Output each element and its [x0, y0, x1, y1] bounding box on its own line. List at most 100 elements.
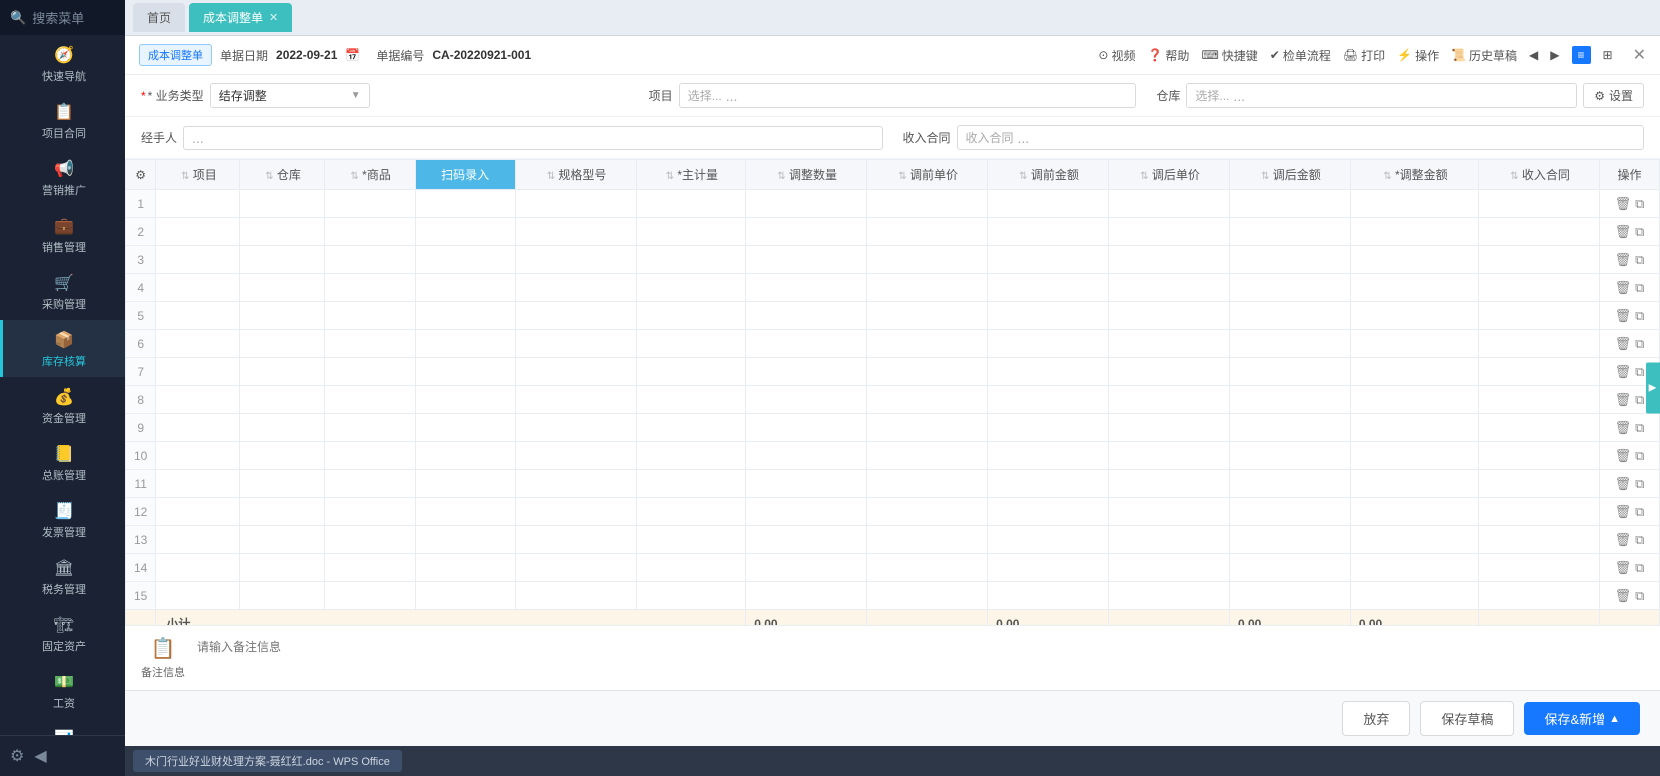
row-13-pre-amount[interactable]	[988, 526, 1109, 554]
row-7-delete-icon[interactable]: 🗑	[1615, 364, 1632, 380]
settings-icon[interactable]: ⚙	[10, 746, 24, 766]
row-11-unit[interactable]	[636, 470, 746, 498]
row-15-scan[interactable]	[415, 582, 515, 610]
row-11-scan[interactable]	[415, 470, 515, 498]
row-2-warehouse[interactable]	[240, 218, 324, 246]
dots-project[interactable]: ...	[726, 88, 738, 104]
row-15-spec[interactable]	[515, 582, 636, 610]
row-3-adj-amount[interactable]	[1350, 246, 1478, 274]
col-gear[interactable]: ⚙	[126, 160, 156, 190]
settings-button[interactable]: ⚙ 设置	[1583, 83, 1644, 108]
shortcut-btn[interactable]: ⌨ 快捷键	[1201, 47, 1257, 64]
calendar-icon[interactable]: 📅	[345, 48, 360, 62]
row-1-warehouse[interactable]	[240, 190, 324, 218]
row-10-income-contract[interactable]	[1478, 442, 1599, 470]
row-8-product[interactable]	[324, 386, 415, 414]
row-9-delete-icon[interactable]: 🗑	[1615, 420, 1632, 436]
row-9-product[interactable]	[324, 414, 415, 442]
sidebar-item-sales-mgmt[interactable]: 💼销售管理	[0, 206, 125, 263]
row-8-copy-icon[interactable]: ⧉	[1635, 392, 1644, 408]
row-1-adj-amount[interactable]	[1350, 190, 1478, 218]
row-10-post-amount[interactable]	[1229, 442, 1350, 470]
row-6-delete-icon[interactable]: 🗑	[1615, 336, 1632, 352]
row-4-unit[interactable]	[636, 274, 746, 302]
row-4-delete-icon[interactable]: 🗑	[1615, 280, 1632, 296]
sidebar-item-invoice-mgmt[interactable]: 🧾发票管理	[0, 491, 125, 548]
row-2-post-amount[interactable]	[1229, 218, 1350, 246]
row-11-spec[interactable]	[515, 470, 636, 498]
row-9-scan[interactable]	[415, 414, 515, 442]
row-6-adj-amount[interactable]	[1350, 330, 1478, 358]
row-14-product[interactable]	[324, 554, 415, 582]
row-7-adj-amount[interactable]	[1350, 358, 1478, 386]
row-4-adj-amount[interactable]	[1350, 274, 1478, 302]
notes-input[interactable]	[197, 636, 1644, 658]
row-9-pre-amount[interactable]	[988, 414, 1109, 442]
row-14-post-unit-price[interactable]	[1109, 554, 1230, 582]
row-10-post-unit-price[interactable]	[1109, 442, 1230, 470]
dots-income[interactable]: ...	[1018, 130, 1030, 146]
collapse-icon[interactable]: ◀	[34, 746, 46, 766]
row-6-unit[interactable]	[636, 330, 746, 358]
check-btn[interactable]: ✔ 检单流程	[1270, 47, 1331, 64]
sidebar-item-payroll[interactable]: 💵工资	[0, 662, 125, 719]
row-5-copy-icon[interactable]: ⧉	[1635, 308, 1644, 324]
save-draft-button[interactable]: 保存草稿	[1420, 701, 1514, 736]
row-14-adj-amount[interactable]	[1350, 554, 1478, 582]
row-3-income-contract[interactable]	[1478, 246, 1599, 274]
business-type-select[interactable]: 结存调整 ▼	[210, 83, 370, 108]
row-5-product[interactable]	[324, 302, 415, 330]
warehouse-select[interactable]: 选择... ...	[1186, 83, 1577, 108]
row-13-project[interactable]	[156, 526, 240, 554]
row-2-adj-qty[interactable]	[746, 218, 867, 246]
history-btn[interactable]: 📜 历史草稿	[1451, 47, 1517, 64]
row-3-pre-amount[interactable]	[988, 246, 1109, 274]
row-7-product[interactable]	[324, 358, 415, 386]
row-13-spec[interactable]	[515, 526, 636, 554]
row-4-post-amount[interactable]	[1229, 274, 1350, 302]
row-9-adj-amount[interactable]	[1350, 414, 1478, 442]
row-8-post-unit-price[interactable]	[1109, 386, 1230, 414]
row-5-scan[interactable]	[415, 302, 515, 330]
row-8-income-contract[interactable]	[1478, 386, 1599, 414]
row-8-unit[interactable]	[636, 386, 746, 414]
row-8-post-amount[interactable]	[1229, 386, 1350, 414]
row-10-warehouse[interactable]	[240, 442, 324, 470]
row-3-post-amount[interactable]	[1229, 246, 1350, 274]
row-5-unit[interactable]	[636, 302, 746, 330]
row-14-warehouse[interactable]	[240, 554, 324, 582]
row-7-unit[interactable]	[636, 358, 746, 386]
row-3-warehouse[interactable]	[240, 246, 324, 274]
sidebar-item-ops-mgmt[interactable]: 📊经营管理	[0, 719, 125, 735]
row-15-pre-amount[interactable]	[988, 582, 1109, 610]
row-12-pre-amount[interactable]	[988, 498, 1109, 526]
row-1-income-contract[interactable]	[1478, 190, 1599, 218]
row-12-copy-icon[interactable]: ⧉	[1635, 504, 1644, 520]
row-6-pre-unit-price[interactable]	[867, 330, 988, 358]
sidebar-item-project-contract[interactable]: 📋项目合同	[0, 92, 125, 149]
tab-close-btn[interactable]: ✕	[269, 11, 278, 24]
row-5-spec[interactable]	[515, 302, 636, 330]
row-10-product[interactable]	[324, 442, 415, 470]
row-14-adj-qty[interactable]	[746, 554, 867, 582]
row-14-unit[interactable]	[636, 554, 746, 582]
tab-cost-adjust[interactable]: 成本调整单 ✕	[189, 3, 292, 32]
row-12-scan[interactable]	[415, 498, 515, 526]
row-13-adj-qty[interactable]	[746, 526, 867, 554]
row-7-copy-icon[interactable]: ⧉	[1635, 364, 1644, 380]
row-6-warehouse[interactable]	[240, 330, 324, 358]
row-1-spec[interactable]	[515, 190, 636, 218]
sidebar-item-sales-promo[interactable]: 📢营销推广	[0, 149, 125, 206]
row-4-spec[interactable]	[515, 274, 636, 302]
row-6-post-amount[interactable]	[1229, 330, 1350, 358]
row-4-income-contract[interactable]	[1478, 274, 1599, 302]
row-9-spec[interactable]	[515, 414, 636, 442]
row-2-scan[interactable]	[415, 218, 515, 246]
row-15-adj-amount[interactable]	[1350, 582, 1478, 610]
row-15-income-contract[interactable]	[1478, 582, 1599, 610]
row-12-post-amount[interactable]	[1229, 498, 1350, 526]
row-4-adj-qty[interactable]	[746, 274, 867, 302]
row-13-copy-icon[interactable]: ⧉	[1635, 532, 1644, 548]
row-3-adj-qty[interactable]	[746, 246, 867, 274]
row-13-product[interactable]	[324, 526, 415, 554]
